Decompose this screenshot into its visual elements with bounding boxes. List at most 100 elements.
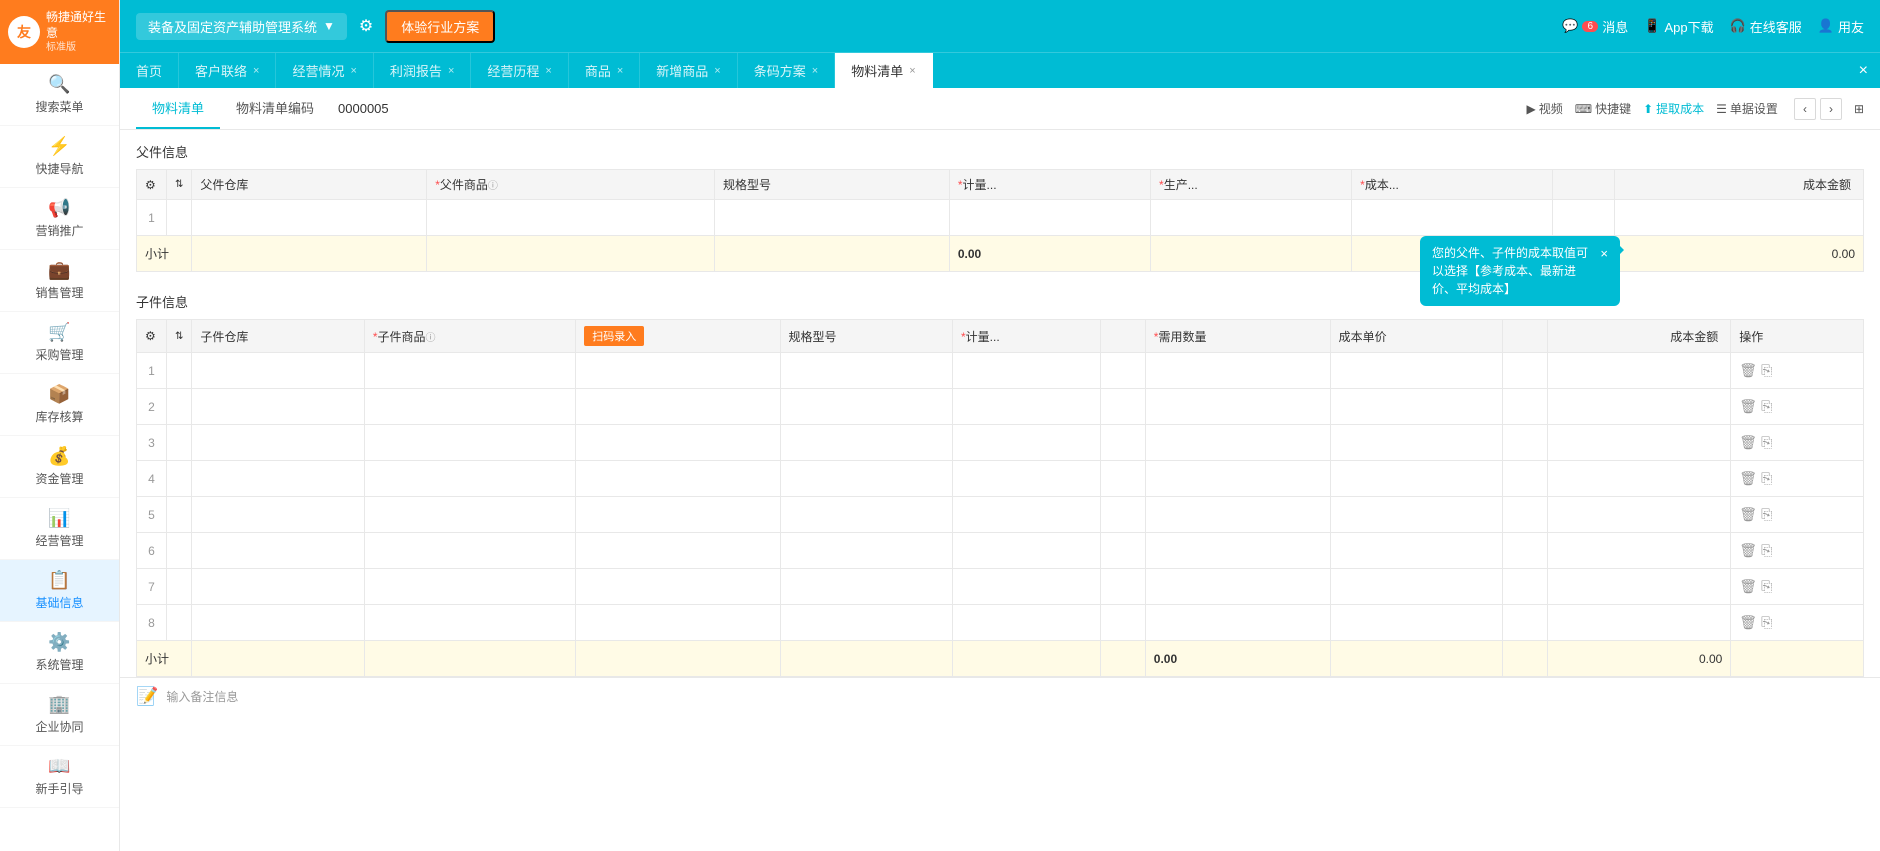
shortcut-btn[interactable]: ⌨ 快捷键 xyxy=(1575,100,1631,117)
tab-goods[interactable]: 商品 × xyxy=(569,53,640,88)
app-download-label: App下载 xyxy=(1664,17,1713,36)
cost-btn[interactable]: ⬆ 提取成本 xyxy=(1643,100,1704,117)
sidebar-item-operations[interactable]: 📊 经营管理 xyxy=(0,498,119,560)
copy-icon[interactable]: ⎘ xyxy=(1761,542,1772,559)
delete-icon[interactable]: 🗑 xyxy=(1739,398,1757,415)
system-icon: ⚙️ xyxy=(48,632,70,653)
trial-button[interactable]: 体验行业方案 xyxy=(385,10,495,43)
sidebar-item-guide[interactable]: 📖 新手引导 xyxy=(0,746,119,808)
parent-spec-cell[interactable] xyxy=(715,200,950,236)
copy-icon[interactable]: ⎘ xyxy=(1761,578,1772,595)
parent-subtotal-c1 xyxy=(192,236,427,272)
parent-cost-cell[interactable] xyxy=(1352,200,1553,236)
tab-new-goods[interactable]: 新增商品 × xyxy=(640,53,737,88)
dropdown-icon[interactable]: ▼ xyxy=(323,19,335,33)
sidebar-item-enterprise[interactable]: 🏢 企业协同 xyxy=(0,684,119,746)
sidebar-item-basic-info[interactable]: 📋 基础信息 xyxy=(0,560,119,622)
next-btn[interactable]: › xyxy=(1820,98,1842,120)
delete-icon[interactable]: 🗑 xyxy=(1739,614,1757,631)
sidebar-item-system[interactable]: ⚙️ 系统管理 xyxy=(0,622,119,684)
delete-icon[interactable]: 🗑 xyxy=(1739,578,1757,595)
delete-icon[interactable]: 🗑 xyxy=(1739,362,1757,379)
cost-tooltip: × 您的父件、子件的成本取值可以选择【参考成本、最新进价、平均成本】 xyxy=(1420,236,1620,306)
tab-history[interactable]: 经营历程 × xyxy=(471,53,568,88)
tab-bom[interactable]: 物料清单 × xyxy=(835,53,932,88)
online-service-btn[interactable]: 🎧 在线客服 xyxy=(1730,17,1802,36)
keyboard-icon: ⌨ xyxy=(1575,102,1592,116)
tab-operations-close[interactable]: × xyxy=(350,65,356,77)
finance-icon: 💰 xyxy=(48,446,70,467)
app-download-btn[interactable]: 📱 App下载 xyxy=(1644,17,1713,36)
delete-icon[interactable]: 🗑 xyxy=(1739,434,1757,451)
parent-warehouse-cell[interactable] xyxy=(192,200,427,236)
tab-history-label: 经营历程 xyxy=(487,61,539,80)
grid-view-btn[interactable]: ⊞ xyxy=(1854,102,1864,116)
single-setting-btn[interactable]: ☰ 单据设置 xyxy=(1716,100,1778,117)
copy-icon[interactable]: ⎘ xyxy=(1761,614,1772,631)
tab-history-close[interactable]: × xyxy=(545,65,551,77)
tab-profit[interactable]: 利润报告 × xyxy=(374,53,471,88)
nav-close-btn[interactable]: × xyxy=(1847,54,1880,88)
parent-col-settings[interactable]: ⚙ xyxy=(137,170,167,200)
marketing-icon: 📢 xyxy=(48,198,70,219)
delete-icon[interactable]: 🗑 xyxy=(1739,470,1757,487)
settings-icon[interactable]: ⚙ xyxy=(359,16,373,36)
sidebar-item-quick-nav[interactable]: ⚡ 快捷导航 xyxy=(0,126,119,188)
sidebar-item-label: 库存核算 xyxy=(35,408,83,425)
child-subtotal-amount: 0.00 xyxy=(1548,641,1731,677)
note-icon: 📝 xyxy=(136,686,158,707)
tab-operations[interactable]: 经营情况 × xyxy=(276,53,373,88)
copy-icon[interactable]: ⎘ xyxy=(1761,470,1772,487)
message-btn[interactable]: 💬 6 消息 xyxy=(1562,17,1628,36)
child-col-empty xyxy=(1100,320,1145,353)
tab-bom-close[interactable]: × xyxy=(909,65,915,77)
scan-btn[interactable]: 扫码录入 xyxy=(584,326,644,346)
tab-home[interactable]: 首页 xyxy=(120,53,179,88)
user-btn[interactable]: 👤 用友 xyxy=(1818,17,1864,36)
tab-customer-close[interactable]: × xyxy=(253,65,259,77)
copy-icon[interactable]: ⎘ xyxy=(1761,434,1772,451)
tab-customer[interactable]: 客户联络 × xyxy=(179,53,276,88)
sidebar-item-purchase[interactable]: 🛒 采购管理 xyxy=(0,312,119,374)
copy-icon[interactable]: ⎘ xyxy=(1761,362,1772,379)
child-qty-1[interactable] xyxy=(1145,353,1330,389)
delete-icon[interactable]: 🗑 xyxy=(1739,506,1757,523)
tab-goods-close[interactable]: × xyxy=(617,65,623,77)
sidebar-item-inventory[interactable]: 📦 库存核算 xyxy=(0,374,119,436)
view-btn[interactable]: ▶ 视频 xyxy=(1526,100,1562,117)
download-icon: 📱 xyxy=(1644,18,1660,34)
tooltip-close-btn[interactable]: × xyxy=(1600,244,1608,264)
child-action-1: 🗑 ⎘ xyxy=(1731,353,1864,389)
sidebar-item-sales[interactable]: 💼 销售管理 xyxy=(0,250,119,312)
topbar: 装备及固定资产辅助管理系统 ▼ ⚙ 体验行业方案 💬 6 消息 📱 App下载 … xyxy=(120,0,1880,52)
sub-tab-bom-list[interactable]: 物料清单 xyxy=(136,88,220,129)
prev-btn[interactable]: ‹ xyxy=(1794,98,1816,120)
child-warehouse-1[interactable] xyxy=(192,353,364,389)
tab-profit-close[interactable]: × xyxy=(448,65,454,77)
row-num: 1 xyxy=(137,200,167,236)
copy-icon[interactable]: ⎘ xyxy=(1761,398,1772,415)
copy-icon[interactable]: ⎘ xyxy=(1761,506,1772,523)
delete-icon[interactable]: 🗑 xyxy=(1739,542,1757,559)
tab-new-goods-close[interactable]: × xyxy=(714,65,720,77)
sidebar-item-marketing[interactable]: 📢 营销推广 xyxy=(0,188,119,250)
sidebar-item-label: 资金管理 xyxy=(35,470,83,487)
parent-col-cost-amount: 成本金额 xyxy=(1614,170,1863,200)
child-col-settings[interactable]: ⚙ xyxy=(137,320,167,353)
tab-barcode[interactable]: 条码方案 × xyxy=(738,53,835,88)
child-goods-1[interactable] xyxy=(364,353,575,389)
sidebar-item-search[interactable]: 🔍 搜索菜单 xyxy=(0,64,119,126)
table-row: 8 🗑⎘ xyxy=(137,605,1864,641)
sidebar-item-finance[interactable]: 💰 资金管理 xyxy=(0,436,119,498)
tab-barcode-close[interactable]: × xyxy=(812,65,818,77)
parent-goods-cell[interactable] xyxy=(427,200,715,236)
parent-production-cell[interactable] xyxy=(1151,200,1352,236)
sidebar-item-label: 采购管理 xyxy=(35,346,83,363)
child-spec-1[interactable] xyxy=(780,353,952,389)
parent-measure-cell[interactable] xyxy=(949,200,1150,236)
child-measure-1[interactable] xyxy=(952,353,1100,389)
row-sort xyxy=(167,200,192,236)
basic-info-icon: 📋 xyxy=(48,570,70,591)
sub-tab-bom-code[interactable]: 物料清单编码 xyxy=(220,88,330,129)
sidebar-item-label: 新手引导 xyxy=(35,780,83,797)
